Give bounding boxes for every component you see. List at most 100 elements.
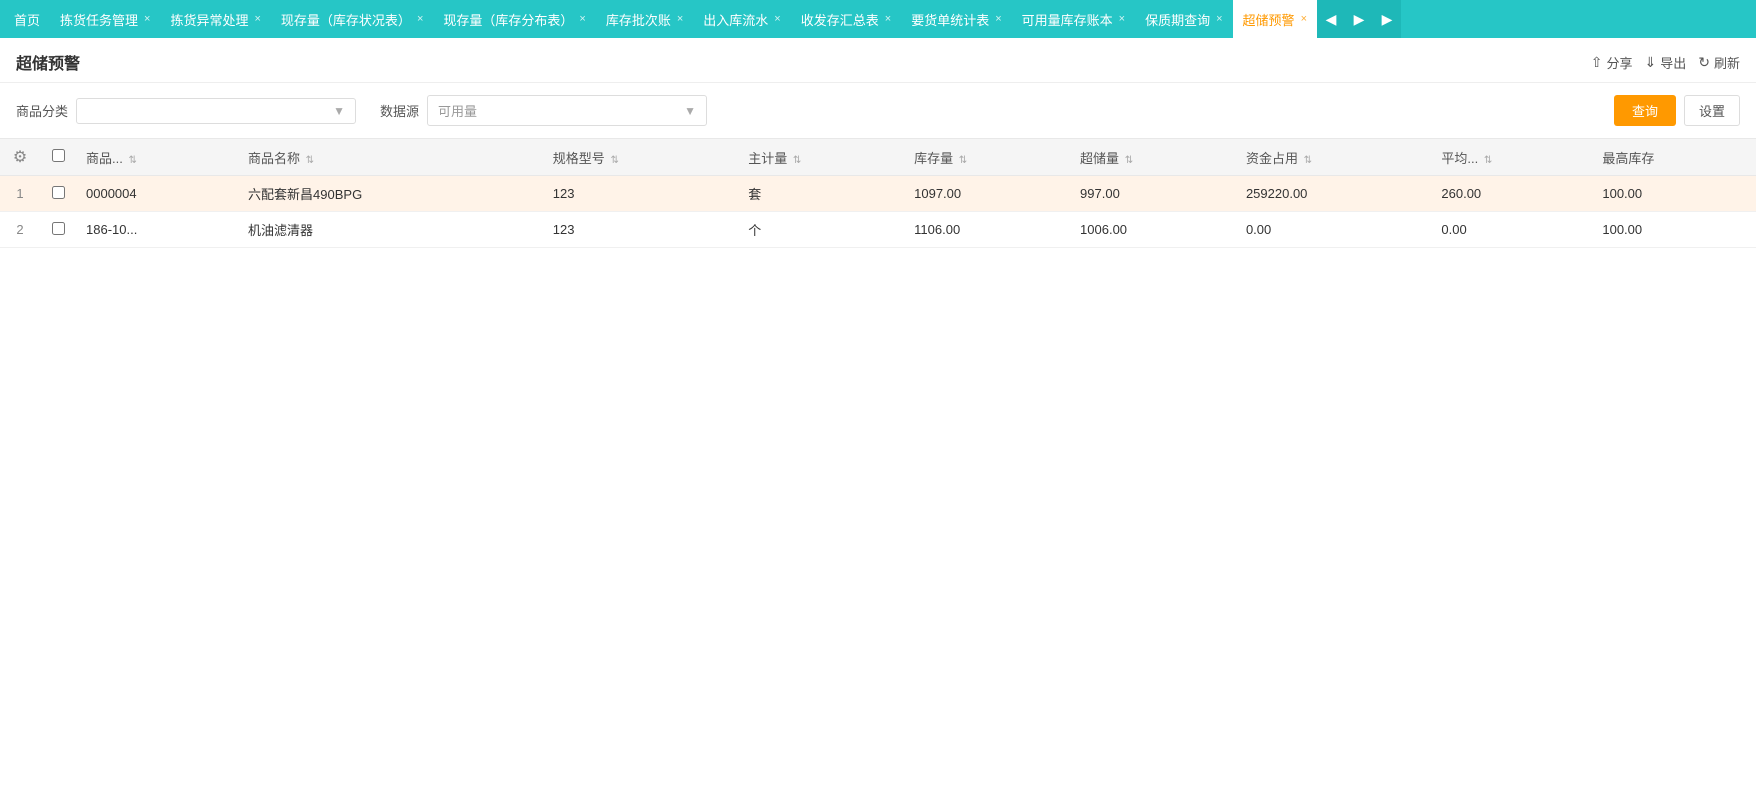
- close-icon[interactable]: ×: [1301, 13, 1307, 25]
- nav-inout[interactable]: 出入库流水 ×: [693, 0, 790, 38]
- col-max-stock[interactable]: 最高库存: [1592, 139, 1756, 176]
- nav-batch[interactable]: 库存批次账 ×: [596, 0, 693, 38]
- filter-bar: 商品分类 ▼ 数据源 可用量 ▼ 查询 设置: [0, 83, 1756, 138]
- data-table: ⚙ 商品... ⇅ 商品名称 ⇅ 规格型号 ⇅: [0, 138, 1756, 248]
- close-icon[interactable]: ×: [417, 13, 423, 25]
- chevron-down-icon: ▼: [684, 104, 696, 118]
- nav-inventory-dist[interactable]: 现存量（库存分布表） ×: [433, 0, 595, 38]
- page-container: 超储预警 ⇧ 分享 ⇓ 导出 ↻ 刷新 商品分类 ▼ 数据源: [0, 38, 1756, 800]
- export-icon: ⇓: [1645, 54, 1657, 71]
- col-checkbox[interactable]: [40, 139, 76, 176]
- chevron-down-icon: ▼: [333, 104, 345, 118]
- table-row: 2 186-10... 机油滤清器 123 个 1106.00 1006.00 …: [0, 212, 1756, 248]
- col-avg[interactable]: 平均... ⇅: [1431, 139, 1592, 176]
- product-code: 0000004: [76, 176, 238, 212]
- product-category-label: 商品分类: [16, 101, 68, 120]
- close-icon[interactable]: ×: [677, 13, 683, 25]
- product-category-select[interactable]: ▼: [76, 98, 356, 124]
- col-spec[interactable]: 规格型号 ⇅: [543, 139, 738, 176]
- overflow-qty: 1006.00: [1070, 212, 1236, 248]
- close-icon[interactable]: ×: [144, 13, 150, 25]
- close-icon[interactable]: ×: [1216, 13, 1222, 25]
- col-capital[interactable]: 资金占用 ⇅: [1236, 139, 1431, 176]
- nav-inventory-status[interactable]: 现存量（库存状况表） ×: [271, 0, 433, 38]
- overflow-qty: 997.00: [1070, 176, 1236, 212]
- export-button[interactable]: ⇓ 导出: [1645, 53, 1687, 72]
- datasource-value: 可用量: [438, 101, 477, 120]
- datasource-label: 数据源: [380, 101, 419, 120]
- unit: 个: [738, 212, 904, 248]
- sort-icon: ⇅: [306, 155, 314, 166]
- max-stock: 100.00: [1592, 176, 1756, 212]
- share-button[interactable]: ⇧ 分享: [1591, 53, 1633, 72]
- avg: 260.00: [1431, 176, 1592, 212]
- table-row: 1 0000004 六配套新昌490BPG 123 套 1097.00 997.…: [0, 176, 1756, 212]
- header-actions: ⇧ 分享 ⇓ 导出 ↻ 刷新: [1591, 53, 1740, 72]
- row-num: 2: [0, 212, 40, 248]
- close-icon[interactable]: ×: [774, 13, 780, 25]
- nav-avail-account[interactable]: 可用量库存账本 ×: [1012, 0, 1135, 38]
- sort-icon: ⇅: [793, 155, 801, 166]
- gear-icon: ⚙: [13, 149, 27, 166]
- page-header: 超储预警 ⇧ 分享 ⇓ 导出 ↻ 刷新: [0, 38, 1756, 83]
- sort-icon: ⇅: [128, 155, 136, 166]
- max-stock: 100.00: [1592, 212, 1756, 248]
- nav-quality[interactable]: 保质期查询 ×: [1135, 0, 1232, 38]
- row-checkbox[interactable]: [52, 222, 65, 235]
- sort-icon: ⇅: [959, 155, 967, 166]
- capital: 0.00: [1236, 212, 1431, 248]
- row-checkbox-cell[interactable]: [40, 212, 76, 248]
- col-unit[interactable]: 主计量 ⇅: [738, 139, 904, 176]
- product-name: 机油滤清器: [238, 212, 543, 248]
- page-title: 超储预警: [16, 50, 80, 74]
- nav-next-arrow[interactable]: ▶: [1345, 0, 1373, 38]
- sort-icon: ⇅: [1304, 155, 1312, 166]
- col-overflow[interactable]: 超储量 ⇅: [1070, 139, 1236, 176]
- stock: 1097.00: [904, 176, 1070, 212]
- sort-icon: ⇅: [1484, 155, 1492, 166]
- close-icon[interactable]: ×: [579, 13, 585, 25]
- avg: 0.00: [1431, 212, 1592, 248]
- close-icon[interactable]: ×: [254, 13, 260, 25]
- nav-order-stat[interactable]: 要货单统计表 ×: [901, 0, 1011, 38]
- nav-prev-arrow[interactable]: ◀: [1317, 0, 1345, 38]
- col-stock[interactable]: 库存量 ⇅: [904, 139, 1070, 176]
- datasource-select[interactable]: 可用量 ▼: [427, 95, 707, 126]
- nav-jihuo[interactable]: 拣货任务管理 ×: [50, 0, 160, 38]
- sort-icon: ⇅: [1125, 155, 1133, 166]
- col-settings[interactable]: ⚙: [0, 139, 40, 176]
- settings-button[interactable]: 设置: [1684, 95, 1740, 126]
- product-name: 六配套新昌490BPG: [238, 176, 543, 212]
- refresh-icon: ↻: [1698, 54, 1710, 71]
- refresh-button[interactable]: ↻ 刷新: [1698, 53, 1740, 72]
- nav-expand-arrow[interactable]: ▶: [1373, 0, 1401, 38]
- row-checkbox-cell[interactable]: [40, 176, 76, 212]
- close-icon[interactable]: ×: [1119, 13, 1125, 25]
- col-product-code[interactable]: 商品... ⇅: [76, 139, 238, 176]
- nav-overflow[interactable]: 超储预警 ×: [1233, 0, 1317, 38]
- filter-product-category: 商品分类 ▼: [16, 98, 356, 124]
- spec: 123: [543, 176, 738, 212]
- col-product-name[interactable]: 商品名称 ⇅: [238, 139, 543, 176]
- table-body: 1 0000004 六配套新昌490BPG 123 套 1097.00 997.…: [0, 176, 1756, 248]
- row-checkbox[interactable]: [52, 186, 65, 199]
- top-nav: 首页 拣货任务管理 × 拣货异常处理 × 现存量（库存状况表） × 现存量（库存…: [0, 0, 1756, 38]
- share-icon: ⇧: [1591, 54, 1603, 71]
- nav-home[interactable]: 首页: [4, 0, 50, 38]
- capital: 259220.00: [1236, 176, 1431, 212]
- query-button[interactable]: 查询: [1614, 95, 1676, 126]
- close-icon[interactable]: ×: [995, 13, 1001, 25]
- select-all-checkbox[interactable]: [52, 149, 65, 162]
- filter-datasource: 数据源 可用量 ▼: [380, 95, 707, 126]
- row-num: 1: [0, 176, 40, 212]
- sort-icon: ⇅: [610, 155, 618, 166]
- close-icon[interactable]: ×: [885, 13, 891, 25]
- product-code: 186-10...: [76, 212, 238, 248]
- filter-actions: 查询 设置: [1614, 95, 1740, 126]
- nav-shoufasum[interactable]: 收发存汇总表 ×: [791, 0, 901, 38]
- stock: 1106.00: [904, 212, 1070, 248]
- nav-jihuo-exc[interactable]: 拣货异常处理 ×: [160, 0, 270, 38]
- table-container: ⚙ 商品... ⇅ 商品名称 ⇅ 规格型号 ⇅: [0, 138, 1756, 248]
- spec: 123: [543, 212, 738, 248]
- table-header-row: ⚙ 商品... ⇅ 商品名称 ⇅ 规格型号 ⇅: [0, 139, 1756, 176]
